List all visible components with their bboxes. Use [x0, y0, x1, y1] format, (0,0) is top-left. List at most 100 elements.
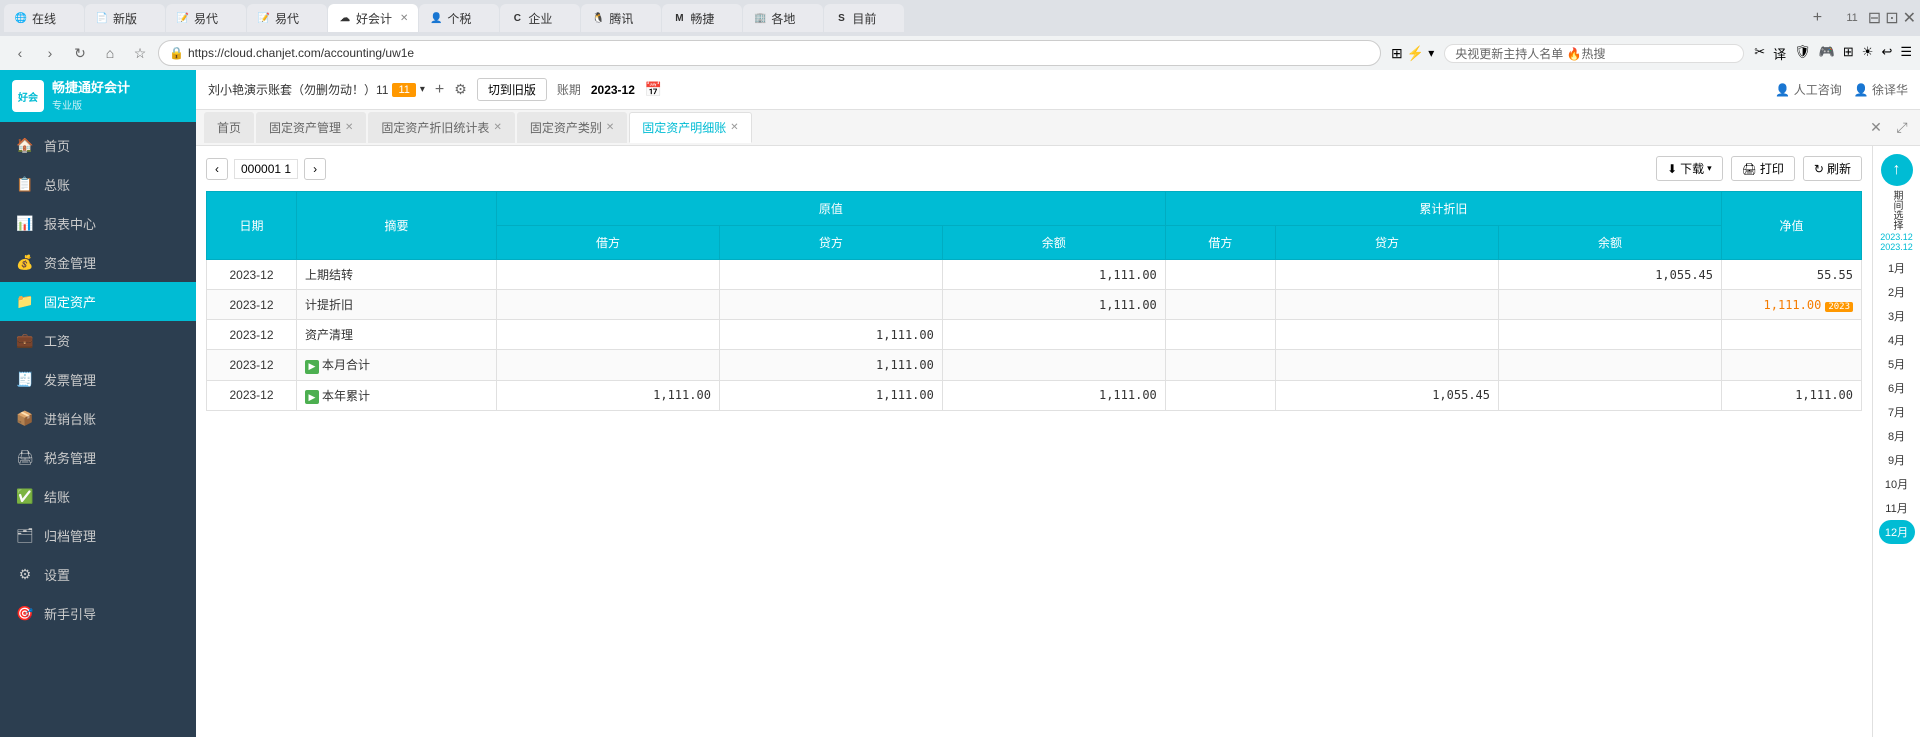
- period-label: 账期: [557, 81, 581, 98]
- month-item-8月[interactable]: 8月: [1879, 424, 1915, 448]
- gamepad-icon[interactable]: 🎮: [1819, 44, 1835, 63]
- bookmark-button[interactable]: ☆: [128, 41, 152, 65]
- month-item-2月[interactable]: 2月: [1879, 280, 1915, 304]
- browser-tab-8[interactable]: M畅捷: [662, 4, 742, 32]
- window-minimize[interactable]: ⊟: [1868, 8, 1881, 28]
- company-selector[interactable]: 刘小艳演示账套（勿删勿动！）11 11 ▾: [208, 81, 425, 98]
- table-row[interactable]: 2023-12 上期结转 1,111.00 1,055.45 55.55: [207, 260, 1862, 290]
- nav-icon-3: 💰: [16, 254, 34, 272]
- sidebar-item-进销台账[interactable]: 📦进销台账: [0, 399, 196, 438]
- month-item-12月[interactable]: 12月: [1879, 520, 1915, 544]
- cell-orig-debit-0: [497, 260, 720, 290]
- month-item-1月[interactable]: 1月: [1879, 256, 1915, 280]
- cell-net-value-3: [1722, 350, 1862, 381]
- page-tab-label-1: 固定资产管理: [269, 119, 341, 136]
- sidebar-item-发票管理[interactable]: 🧾发票管理: [0, 360, 196, 399]
- brightness-icon[interactable]: ☀: [1862, 44, 1874, 63]
- shield-icon[interactable]: 🛡: [1794, 44, 1811, 63]
- refresh-button[interactable]: ↻ 刷新: [1803, 156, 1862, 181]
- browser-tab-3[interactable]: 📝易代: [247, 4, 327, 32]
- month-item-3月[interactable]: 3月: [1879, 304, 1915, 328]
- page-tab-close-4[interactable]: ✕: [730, 122, 738, 133]
- page-tab-3[interactable]: 固定资产类别 ✕: [517, 112, 627, 143]
- expand-icon[interactable]: ⤢: [1892, 118, 1912, 138]
- customer-service[interactable]: 👤 人工咨询: [1775, 81, 1841, 98]
- calendar-icon[interactable]: 📅: [645, 81, 662, 98]
- month-item-7月[interactable]: 7月: [1879, 400, 1915, 424]
- table-row[interactable]: 2023-12 资产清理 1,111.00: [207, 320, 1862, 350]
- browser-tab-6[interactable]: C企业: [500, 4, 580, 32]
- switch-version-button[interactable]: 切到旧版: [477, 78, 547, 101]
- browser-tab-2[interactable]: 📝易代: [166, 4, 246, 32]
- page-tab-close-2[interactable]: ✕: [493, 122, 501, 133]
- back-button[interactable]: ‹: [8, 41, 32, 65]
- window-maximize[interactable]: ⊡: [1885, 8, 1898, 28]
- next-page-button[interactable]: ›: [304, 158, 326, 180]
- company-name: 刘小艳演示账套（勿删勿动！）11: [208, 81, 388, 98]
- tab-close-4[interactable]: ✕: [400, 13, 408, 24]
- translate-icon[interactable]: 译: [1773, 44, 1786, 63]
- dropdown-icon[interactable]: ▾: [1428, 46, 1434, 60]
- url-bar[interactable]: 🔒 https://cloud.chanjet.com/accounting/u…: [158, 40, 1381, 66]
- browser-tab-7[interactable]: 🐧腾讯: [581, 4, 661, 32]
- undo-icon[interactable]: ↩: [1881, 44, 1892, 63]
- reload-button[interactable]: ↻: [68, 41, 92, 65]
- close-panel-icon[interactable]: ✕: [1866, 118, 1886, 138]
- sidebar-item-首页[interactable]: 🏠首页: [0, 126, 196, 165]
- sidebar-subtitle: 专业版: [52, 97, 130, 112]
- browser-tab-0[interactable]: 🌐在线: [4, 4, 84, 32]
- user-avatar[interactable]: 👤 徐译华: [1854, 81, 1908, 98]
- month-item-5月[interactable]: 5月: [1879, 352, 1915, 376]
- prev-page-button[interactable]: ‹: [206, 158, 228, 180]
- qr-icon[interactable]: ⊞: [1391, 45, 1403, 62]
- table-row[interactable]: 2023-12 ▶本年累计 1,111.00 1,111.00 1,111.00…: [207, 380, 1862, 411]
- forward-button[interactable]: ›: [38, 41, 62, 65]
- nav-icon-12: 🎯: [16, 605, 34, 623]
- page-tab-4[interactable]: 固定资产明细账 ✕: [629, 112, 751, 143]
- sidebar-item-结账[interactable]: ✅结账: [0, 477, 196, 516]
- browser-tab-9[interactable]: 🏢各地: [743, 4, 823, 32]
- browser-tab-5[interactable]: 👤个税: [419, 4, 499, 32]
- download-button[interactable]: ⬇ 下载 ▾: [1656, 156, 1723, 181]
- tab-label-6: 企业: [528, 10, 552, 27]
- sidebar-item-资金管理[interactable]: 💰资金管理: [0, 243, 196, 282]
- sidebar-item-报表中心[interactable]: 📊报表中心: [0, 204, 196, 243]
- month-item-10月[interactable]: 10月: [1879, 472, 1915, 496]
- browser-tab-4[interactable]: ☁好会计✕: [328, 4, 418, 32]
- new-tab-button[interactable]: +: [1803, 4, 1831, 32]
- table-row[interactable]: 2023-12 计提折旧 1,111.00 1,111.002023: [207, 290, 1862, 320]
- scissors-icon[interactable]: ✂: [1754, 44, 1765, 63]
- search-box[interactable]: 央视更新主持人名单 🔥热搜: [1444, 44, 1744, 63]
- sidebar-item-工资[interactable]: 💼工资: [0, 321, 196, 360]
- month-item-9月[interactable]: 9月: [1879, 448, 1915, 472]
- month-item-11月[interactable]: 11月: [1879, 496, 1915, 520]
- month-item-4月[interactable]: 4月: [1879, 328, 1915, 352]
- tab-favicon-5: 👤: [429, 11, 443, 25]
- sidebar-item-设置[interactable]: ⚙设置: [0, 555, 196, 594]
- browser-tab-1[interactable]: 📄新版: [85, 4, 165, 32]
- page-tab-0[interactable]: 首页: [204, 112, 254, 143]
- home-button[interactable]: ⌂: [98, 41, 122, 65]
- scroll-up-button[interactable]: ↑: [1881, 154, 1913, 186]
- print-button[interactable]: 🖨 打印: [1731, 156, 1795, 181]
- settings-icon[interactable]: ⚙: [454, 81, 467, 98]
- col-original-value: 原值: [497, 192, 1166, 226]
- month-item-6月[interactable]: 6月: [1879, 376, 1915, 400]
- menu-icon[interactable]: ☰: [1900, 44, 1912, 63]
- sidebar-item-新手引导[interactable]: 🎯新手引导: [0, 594, 196, 633]
- sidebar-item-总账[interactable]: 📋总账: [0, 165, 196, 204]
- sidebar-item-归档管理[interactable]: 🗂归档管理: [0, 516, 196, 555]
- flash-icon[interactable]: ⚡: [1407, 45, 1424, 62]
- sidebar-item-固定资产[interactable]: 📁固定资产: [0, 282, 196, 321]
- page-tab-2[interactable]: 固定资产折旧统计表 ✕: [368, 112, 514, 143]
- grid-icon[interactable]: ⊞: [1843, 44, 1854, 63]
- window-close[interactable]: ✕: [1903, 8, 1916, 28]
- table-row[interactable]: 2023-12 ▶本月合计 1,111.00: [207, 350, 1862, 381]
- add-icon[interactable]: +: [435, 81, 444, 99]
- page-tab-1[interactable]: 固定资产管理 ✕: [256, 112, 366, 143]
- sidebar-item-税务管理[interactable]: 🖨税务管理: [0, 438, 196, 477]
- page-tab-close-3[interactable]: ✕: [606, 122, 614, 133]
- tab-favicon-7: 🐧: [591, 11, 605, 25]
- page-tab-close-1[interactable]: ✕: [345, 122, 353, 133]
- browser-tab-10[interactable]: S目前: [824, 4, 904, 32]
